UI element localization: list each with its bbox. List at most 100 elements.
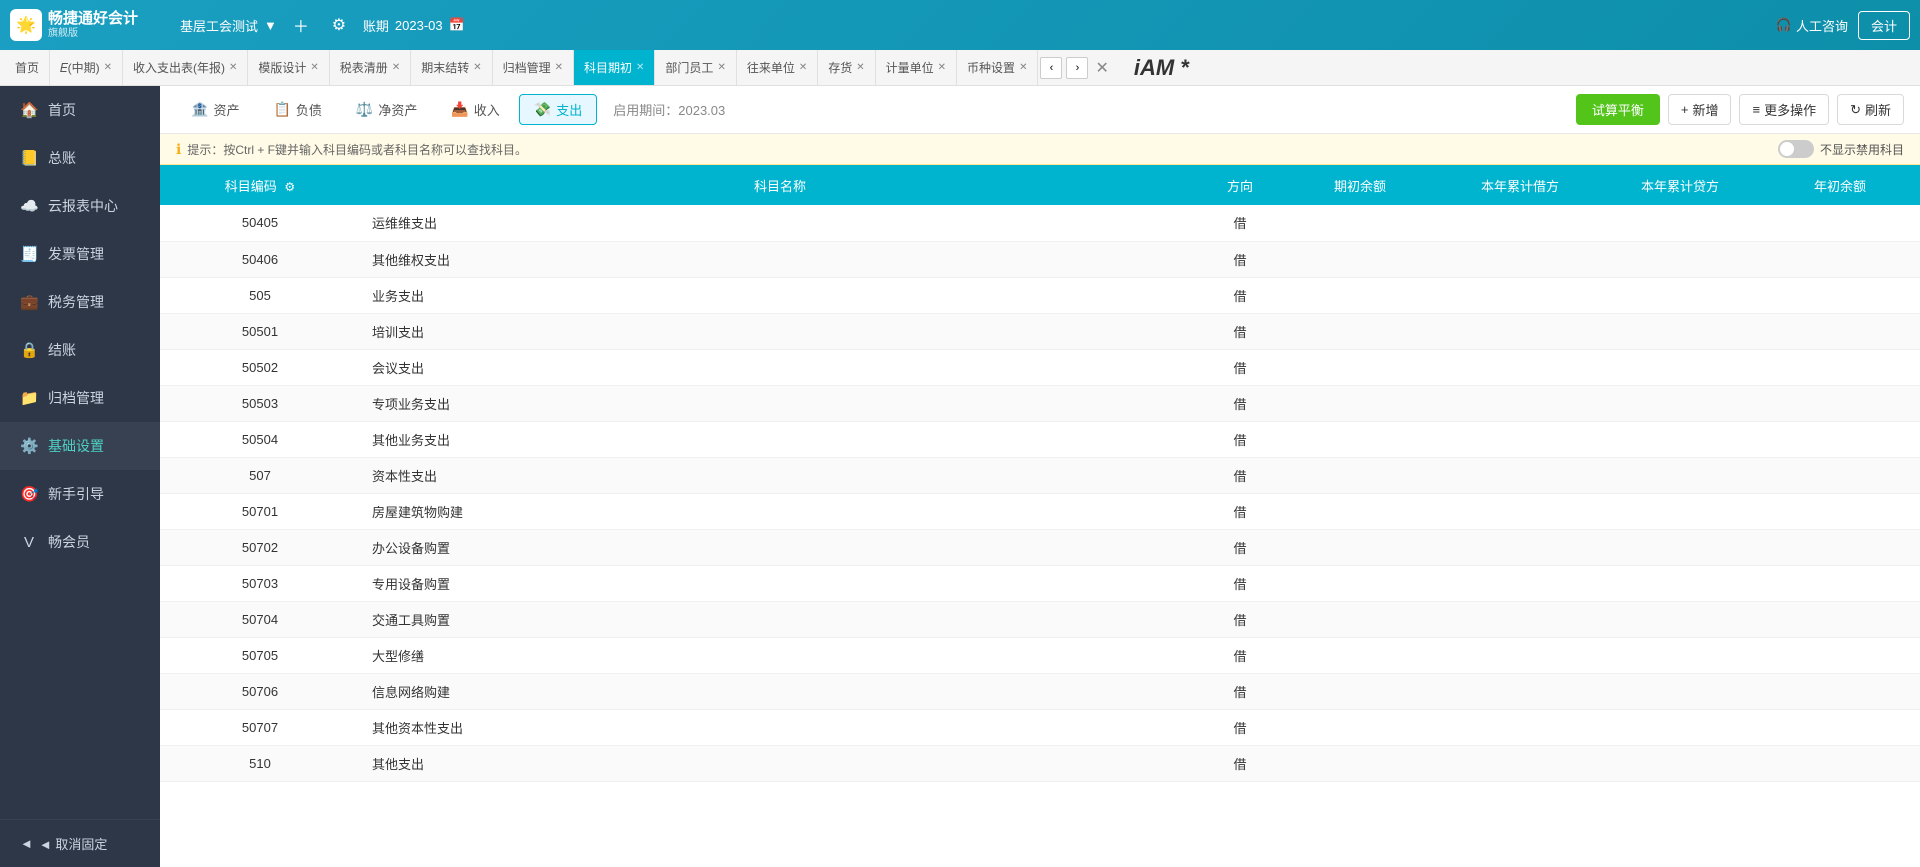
tab-item-8[interactable]: 部门员工 ✕ bbox=[655, 50, 736, 86]
settings-icon[interactable]: ⚙ bbox=[325, 11, 353, 39]
cell-deb bbox=[1440, 349, 1600, 385]
sidebar-item-畅会员[interactable]: V畅会员 bbox=[0, 518, 160, 566]
sidebar-item-云报表中心[interactable]: ☁️云报表中心 bbox=[0, 182, 160, 230]
cell-name: 其他业务支出 bbox=[360, 421, 1200, 457]
tab-item-11[interactable]: 计量单位✕ bbox=[876, 50, 957, 86]
sidebar-collapse-button[interactable]: ◄ ◄ 取消固定 bbox=[0, 819, 160, 867]
sidebar-item-归档管理[interactable]: 📁归档管理 bbox=[0, 374, 160, 422]
cell-code: 50705 bbox=[160, 637, 360, 673]
tab-item-2[interactable]: 收入支出表(年报)✕ bbox=[123, 50, 248, 86]
cell-code: 50704 bbox=[160, 601, 360, 637]
sidebar-item-新手引导[interactable]: 🎯新手引导 bbox=[0, 470, 160, 518]
table-row[interactable]: 510 其他支出 借 bbox=[160, 745, 1920, 781]
sidebar-item-结账[interactable]: 🔒结账 bbox=[0, 326, 160, 374]
table-row[interactable]: 50706 信息网络购建 借 bbox=[160, 673, 1920, 709]
plus-icon: + bbox=[1681, 102, 1689, 117]
tab-item-9[interactable]: 往来单位✕ bbox=[737, 50, 818, 86]
cell-dir: 借 bbox=[1200, 565, 1280, 601]
sidebar-item-发票管理[interactable]: 🧾发票管理 bbox=[0, 230, 160, 278]
tab-item-3[interactable]: 模版设计✕ bbox=[248, 50, 329, 86]
tab-next-button[interactable]: › bbox=[1066, 57, 1088, 79]
sidebar-icon-4: 💼 bbox=[20, 293, 38, 311]
cell-cre bbox=[1600, 529, 1760, 565]
tab-close-icon[interactable]: ✕ bbox=[938, 62, 946, 73]
tab-close-icon[interactable]: ✕ bbox=[1019, 62, 1027, 73]
sidebar-item-基础设置[interactable]: ⚙️基础设置 bbox=[0, 422, 160, 470]
cell-cre bbox=[1600, 745, 1760, 781]
cell-ybal bbox=[1760, 529, 1920, 565]
sidebar-icon-1: 📒 bbox=[20, 149, 38, 167]
table-row[interactable]: 50406 其他维权支出 借 bbox=[160, 241, 1920, 277]
table-row[interactable]: 50704 交通工具购置 借 bbox=[160, 601, 1920, 637]
table-row[interactable]: 50701 房屋建筑物购建 借 bbox=[160, 493, 1920, 529]
tab-close-icon[interactable]: ✕ bbox=[310, 62, 318, 73]
tab-close-icon[interactable]: ✕ bbox=[104, 62, 112, 73]
add-tab-button[interactable]: ＋ bbox=[287, 11, 315, 39]
table-row[interactable]: 50707 其他资本性支出 借 bbox=[160, 709, 1920, 745]
tab-prev-button[interactable]: ‹ bbox=[1040, 57, 1062, 79]
sidebar-item-首页[interactable]: 🏠首页 bbox=[0, 86, 160, 134]
tab-item-4[interactable]: 税表清册 ✕ bbox=[330, 50, 411, 86]
close-all-tabs-button[interactable]: ✕ bbox=[1090, 58, 1113, 78]
cell-bal bbox=[1280, 349, 1440, 385]
gear-icon[interactable]: ⚙ bbox=[284, 180, 295, 194]
tab-item-12[interactable]: 币种设置✕ bbox=[957, 50, 1038, 86]
tab-close-icon[interactable]: ✕ bbox=[555, 62, 563, 73]
table-row[interactable]: 50503 专项业务支出 借 bbox=[160, 385, 1920, 421]
table-row[interactable]: 50502 会议支出 借 bbox=[160, 349, 1920, 385]
col-header-balance: 期初余额 bbox=[1280, 165, 1440, 205]
cell-code: 507 bbox=[160, 457, 360, 493]
tab-close-icon[interactable]: ✕ bbox=[799, 62, 807, 73]
sidebar-icon-0: 🏠 bbox=[20, 101, 38, 119]
tab-item-10[interactable]: 存货✕ bbox=[818, 50, 875, 86]
cell-deb bbox=[1440, 457, 1600, 493]
service-button[interactable]: 🎧 人工咨询 bbox=[1776, 16, 1848, 35]
calc-balance-button[interactable]: 试算平衡 bbox=[1576, 94, 1660, 125]
tab-close-icon[interactable]: ✕ bbox=[856, 62, 864, 73]
hint-bar: ℹ 提示：按Ctrl + F键并输入科目编码或者科目名称可以查找科目。 不显示禁… bbox=[160, 134, 1920, 165]
tab-close-icon[interactable]: ✕ bbox=[229, 62, 237, 73]
table-row[interactable]: 50501 培训支出 借 bbox=[160, 313, 1920, 349]
tab-close-icon[interactable]: ✕ bbox=[717, 62, 725, 73]
table-row[interactable]: 507 资本性支出 借 bbox=[160, 457, 1920, 493]
sidebar-icon-3: 🧾 bbox=[20, 245, 38, 263]
cell-code: 510 bbox=[160, 745, 360, 781]
table-row[interactable]: 50703 专用设备购置 借 bbox=[160, 565, 1920, 601]
sidebar-icon-7: ⚙️ bbox=[20, 437, 38, 455]
table-row[interactable]: 50405 运维维支出 借 bbox=[160, 205, 1920, 241]
account-button[interactable]: 会计 bbox=[1858, 11, 1910, 40]
add-button[interactable]: + 新增 bbox=[1668, 94, 1732, 125]
cell-code: 50701 bbox=[160, 493, 360, 529]
cell-name: 房屋建筑物购建 bbox=[360, 493, 1200, 529]
tab-label: 税表清册 bbox=[340, 59, 388, 76]
tab-close-icon[interactable]: ✕ bbox=[392, 62, 400, 73]
sub-tab-支出[interactable]: 💸支出 bbox=[519, 94, 597, 125]
company-selector[interactable]: 基层工会测试 ▼ bbox=[180, 16, 277, 35]
col-header-ytd-debit: 本年累计借方 bbox=[1440, 165, 1600, 205]
tab-item-0[interactable]: 首页 bbox=[5, 50, 50, 86]
cell-bal bbox=[1280, 457, 1440, 493]
sub-tab-icon-2: ⚖️ bbox=[356, 101, 373, 118]
table-row[interactable]: 50705 大型修缮 借 bbox=[160, 637, 1920, 673]
tab-close-icon[interactable]: ✕ bbox=[636, 62, 644, 73]
sub-tab-资产[interactable]: 🏦资产 bbox=[176, 94, 254, 125]
table-row[interactable]: 50504 其他业务支出 借 bbox=[160, 421, 1920, 457]
tab-item-6[interactable]: 归档管理✕ bbox=[493, 50, 574, 86]
sub-tab-净资产[interactable]: ⚖️ 净资产 bbox=[341, 94, 432, 125]
table-row[interactable]: 505 业务支出 借 bbox=[160, 277, 1920, 313]
sidebar-bottom-label: ◄ 取消固定 bbox=[39, 834, 107, 853]
sidebar-item-税务管理[interactable]: 💼税务管理 bbox=[0, 278, 160, 326]
tab-close-icon[interactable]: ✕ bbox=[473, 62, 481, 73]
sub-tab-收入[interactable]: 📥收入 bbox=[436, 94, 514, 125]
more-operations-button[interactable]: ≡ 更多操作 bbox=[1739, 94, 1829, 125]
sub-tab-负债[interactable]: 📋负债 bbox=[258, 94, 336, 125]
toggle-disabled-accounts[interactable] bbox=[1778, 140, 1814, 158]
table-row[interactable]: 50702 办公设备购置 借 bbox=[160, 529, 1920, 565]
sidebar-item-总账[interactable]: 📒总账 bbox=[0, 134, 160, 182]
tab-item-5[interactable]: 期末结转✕ bbox=[411, 50, 492, 86]
refresh-button[interactable]: ↻ 刷新 bbox=[1837, 94, 1904, 125]
tab-item-1[interactable]: 𝐸(中期)✕ bbox=[50, 50, 123, 86]
tab-item-7[interactable]: 科目期初✕ bbox=[574, 50, 655, 86]
sub-tab-label: 净资产 bbox=[378, 100, 417, 119]
tab-label: 部门员工 bbox=[665, 59, 713, 76]
